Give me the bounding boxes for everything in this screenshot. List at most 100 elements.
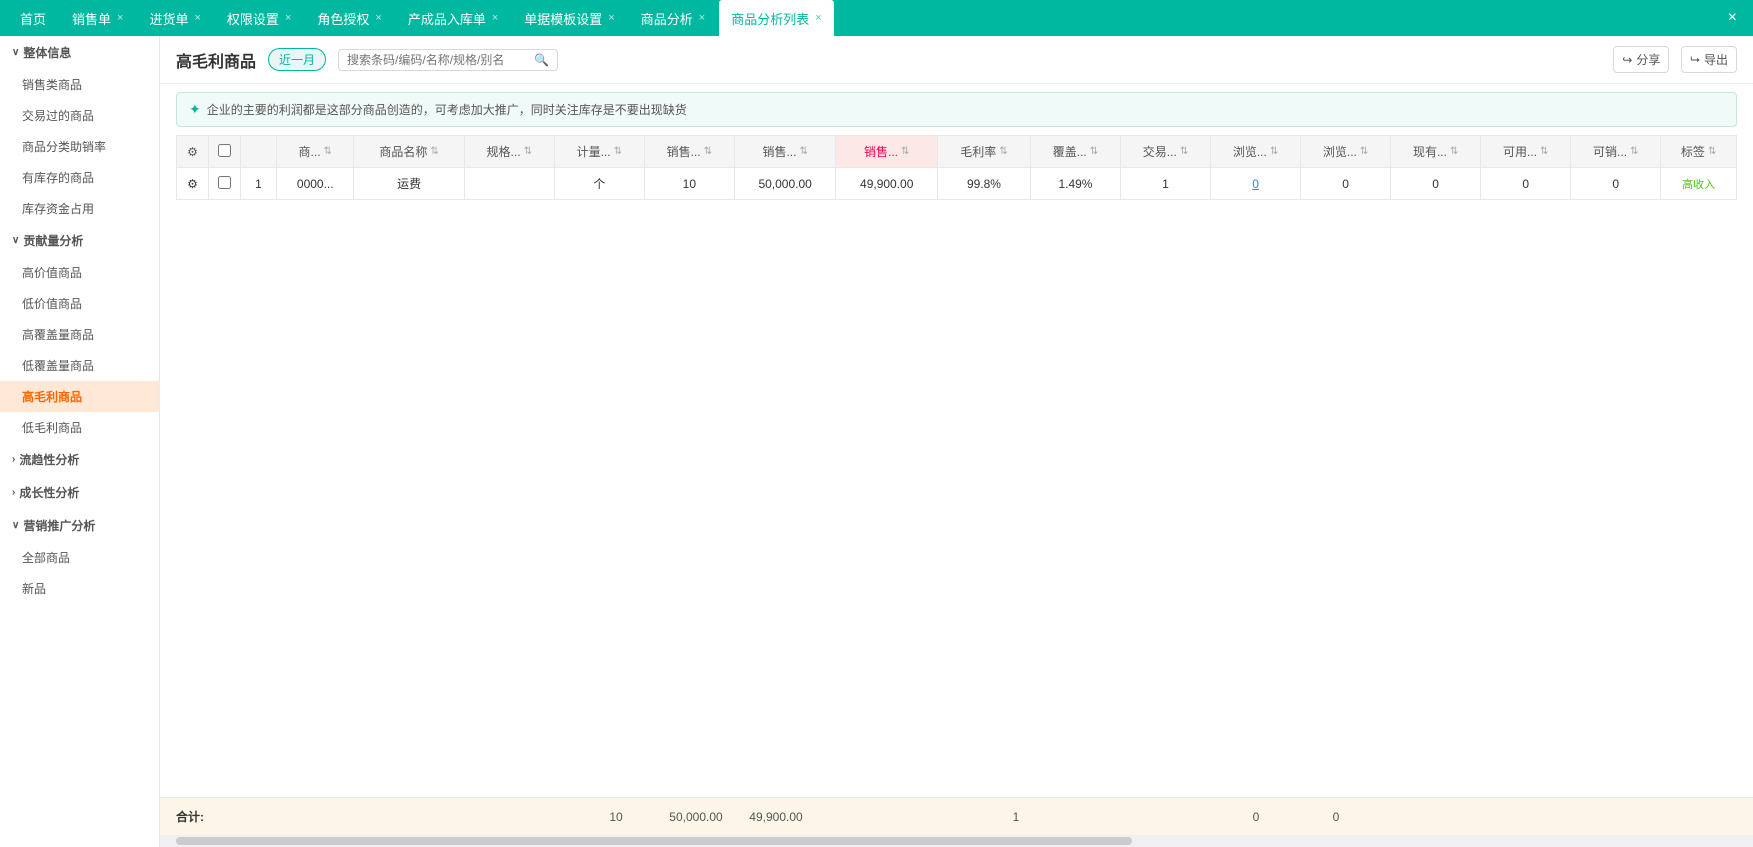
cell-unit: 个	[554, 168, 644, 200]
cell-sales-profit: 49,900.00	[836, 168, 938, 200]
chevron-down-icon: ∨	[12, 235, 19, 246]
col-header-unit[interactable]: 计量... ⇅	[554, 136, 644, 168]
close-icon[interactable]: ×	[815, 12, 821, 24]
row-checkbox[interactable]	[218, 176, 231, 189]
sidebar-item-low-coverage[interactable]: 低覆盖量商品	[0, 350, 159, 381]
main-layout: ∨ 整体信息 销售类商品 交易过的商品 商品分类助销率 有库存的商品 库存资金占…	[0, 36, 1753, 847]
col-header-coverage[interactable]: 覆盖... ⇅	[1030, 136, 1120, 168]
sort-icon: ⇅	[1450, 146, 1458, 157]
nav-tab-analysis-list[interactable]: 商品分析列表 ×	[719, 0, 833, 36]
col-header-browse2[interactable]: 浏览... ⇅	[1301, 136, 1391, 168]
share-button[interactable]: ↪ 分享	[1613, 46, 1669, 73]
nav-tab-purchase[interactable]: 进货单 ×	[137, 0, 212, 36]
nav-tab-analysis[interactable]: 商品分析 ×	[629, 0, 717, 36]
col-header-available[interactable]: 可用... ⇅	[1481, 136, 1571, 168]
window-close-button[interactable]: ×	[1720, 9, 1745, 27]
footer-total: 合计: 10 50,000.00 49,900.00 1 0 0	[160, 797, 1753, 835]
filter-recent-month-button[interactable]: 近一月	[268, 48, 326, 71]
sort-icon: ⇅	[1540, 146, 1548, 157]
table-row: ⚙ 1 0000... 运费 个 10 50,000.00 49,900.00 …	[177, 168, 1737, 200]
sidebar-group-contribution[interactable]: ∨ 贡献量分析	[0, 224, 159, 257]
cell-margin-rate: 99.8%	[938, 168, 1031, 200]
cell-checkbox[interactable]	[209, 168, 241, 200]
sidebar-item-stock-capital[interactable]: 库存资金占用	[0, 193, 159, 224]
cell-transaction: 1	[1120, 168, 1210, 200]
col-header-sales-profit[interactable]: 销售... ⇅	[836, 136, 938, 168]
close-icon[interactable]: ×	[699, 12, 705, 24]
sidebar-group-growth[interactable]: › 成长性分析	[0, 476, 159, 509]
select-all-checkbox[interactable]	[218, 144, 231, 157]
footer-cell-sales-amount: 50,000.00	[656, 810, 736, 824]
nav-tab-home[interactable]: 首页	[8, 0, 58, 36]
col-header-sales-qty[interactable]: 销售... ⇅	[644, 136, 734, 168]
scrollbar-thumb[interactable]	[176, 837, 1132, 845]
search-icon[interactable]: 🔍	[534, 53, 549, 67]
sidebar-item-all-goods[interactable]: 全部商品	[0, 542, 159, 573]
footer-cells: 10 50,000.00 49,900.00 1 0 0	[256, 810, 1737, 824]
sidebar-group-trend[interactable]: › 流趋性分析	[0, 443, 159, 476]
cell-index: 1	[241, 168, 277, 200]
footer-cell-empty6	[896, 810, 976, 824]
col-header-code[interactable]: 商... ⇅	[277, 136, 354, 168]
nav-tab-template[interactable]: 单据模板设置 ×	[512, 0, 626, 36]
col-header-sellable[interactable]: 可销... ⇅	[1571, 136, 1661, 168]
nav-tab-permission[interactable]: 权限设置 ×	[215, 0, 303, 36]
cell-sales-qty: 10	[644, 168, 734, 200]
sidebar-item-high-coverage[interactable]: 高覆盖量商品	[0, 319, 159, 350]
cell-settings[interactable]: ⚙	[177, 168, 209, 200]
col-header-current-stock[interactable]: 现有... ⇅	[1391, 136, 1481, 168]
sidebar-item-high-value[interactable]: 高价值商品	[0, 257, 159, 288]
sidebar-group-overall[interactable]: ∨ 整体信息	[0, 36, 159, 69]
sidebar-item-in-stock[interactable]: 有库存的商品	[0, 162, 159, 193]
footer-cell-available: 0	[1296, 810, 1376, 824]
sort-icon: ⇅	[901, 146, 909, 157]
sidebar-collapse-button[interactable]: «	[159, 422, 160, 462]
close-icon[interactable]: ×	[117, 12, 123, 24]
sort-icon: ⇅	[614, 146, 622, 157]
close-icon[interactable]: ×	[492, 12, 498, 24]
sidebar-item-traded-goods[interactable]: 交易过的商品	[0, 100, 159, 131]
col-header-name[interactable]: 商品名称 ⇅	[354, 136, 464, 168]
sidebar-item-sales-goods[interactable]: 销售类商品	[0, 69, 159, 100]
cell-browse1[interactable]: 0	[1211, 168, 1301, 200]
cell-sellable: 0	[1571, 168, 1661, 200]
sidebar-group-marketing[interactable]: ∨ 营销推广分析	[0, 509, 159, 542]
col-header-tag[interactable]: 标签 ⇅	[1661, 136, 1737, 168]
top-nav: 首页 销售单 × 进货单 × 权限设置 × 角色授权 × 产成品入库单 × 单据…	[0, 0, 1753, 36]
cell-current-stock: 0	[1391, 168, 1481, 200]
chevron-right-icon: ›	[12, 454, 15, 465]
sort-icon: ⇅	[1708, 146, 1716, 157]
sidebar-item-new-goods[interactable]: 新品	[0, 573, 159, 604]
sidebar-item-low-margin[interactable]: 低毛利商品	[0, 412, 159, 443]
cell-code: 0000...	[277, 168, 354, 200]
sort-icon: ⇅	[1090, 146, 1098, 157]
close-icon[interactable]: ×	[285, 12, 291, 24]
col-header-transaction[interactable]: 交易... ⇅	[1120, 136, 1210, 168]
col-header-sales-amount[interactable]: 销售... ⇅	[734, 136, 836, 168]
close-icon[interactable]: ×	[608, 12, 614, 24]
sidebar-item-category-rate[interactable]: 商品分类助销率	[0, 131, 159, 162]
col-header-browse1[interactable]: 浏览... ⇅	[1211, 136, 1301, 168]
nav-tab-sales[interactable]: 销售单 ×	[60, 0, 135, 36]
sidebar-item-high-margin[interactable]: 高毛利商品	[0, 381, 159, 412]
close-icon[interactable]: ×	[375, 12, 381, 24]
cell-browse2: 0	[1301, 168, 1391, 200]
sort-icon: ⇅	[524, 146, 532, 157]
search-input[interactable]	[347, 53, 528, 67]
col-header-spec[interactable]: 规格... ⇅	[464, 136, 554, 168]
data-table: ⚙ 商... ⇅	[176, 135, 1737, 200]
col-header-settings[interactable]: ⚙	[177, 136, 209, 168]
nav-tab-role[interactable]: 角色授权 ×	[305, 0, 393, 36]
footer-cell-sales-profit: 49,900.00	[736, 810, 816, 824]
col-header-margin-rate[interactable]: 毛利率 ⇅	[938, 136, 1031, 168]
content-area: 高毛利商品 近一月 🔍 ↪ 分享 ⮡ 导出 ✦ 企业的主要的利润都是这部分商品创…	[160, 36, 1753, 847]
nav-tab-production[interactable]: 产成品入库单 ×	[396, 0, 510, 36]
sidebar-item-low-value[interactable]: 低价值商品	[0, 288, 159, 319]
close-icon[interactable]: ×	[194, 12, 200, 24]
page-title: 高毛利商品	[176, 48, 256, 72]
export-button[interactable]: ⮡ 导出	[1681, 46, 1737, 73]
footer-cell-empty1	[256, 810, 336, 824]
sort-icon: ⇅	[704, 146, 712, 157]
col-header-checkbox[interactable]	[209, 136, 241, 168]
horizontal-scrollbar[interactable]	[160, 835, 1753, 847]
